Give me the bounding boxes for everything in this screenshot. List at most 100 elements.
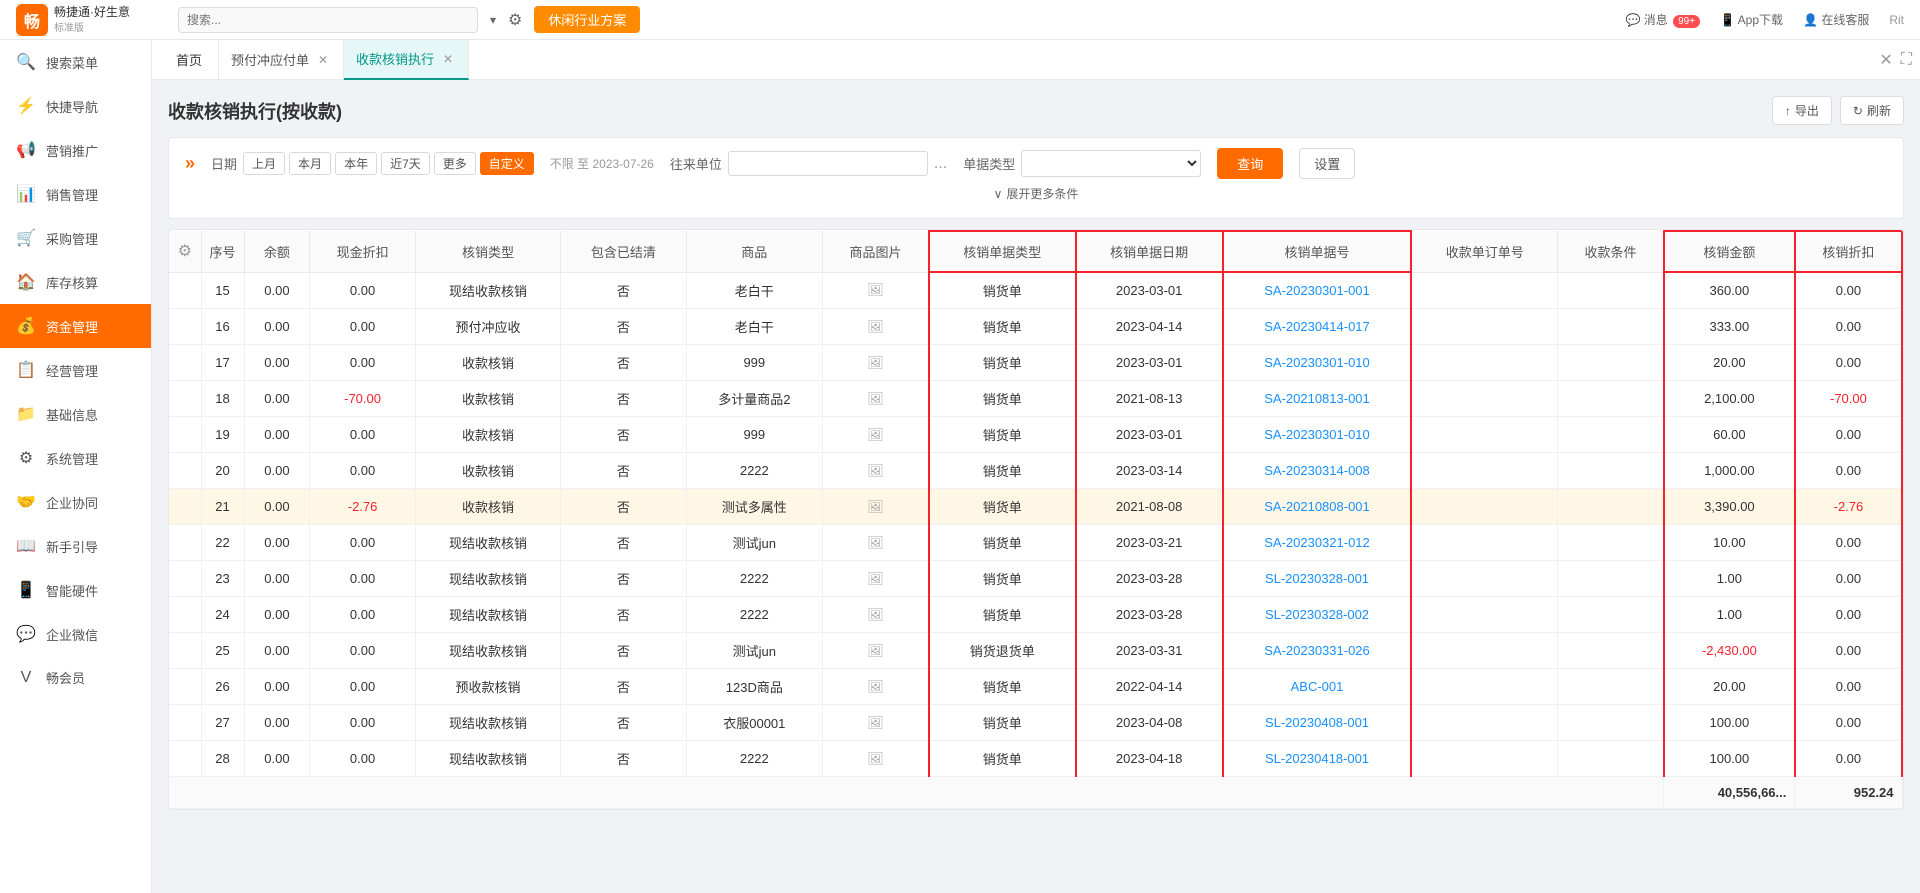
sidebar-item-collaboration[interactable]: 🤝 企业协同 [0,480,151,524]
doc-link[interactable]: SA-20230331-026 [1264,643,1370,658]
cell-verify-doc-no[interactable]: ABC-001 [1223,669,1412,705]
top-search-input[interactable] [178,7,478,33]
sidebar-item-marketing[interactable]: 📢 营销推广 [0,128,151,172]
sidebar-item-label: 搜索菜单 [46,53,98,72]
cell-receipt-condition [1558,489,1664,525]
tab-close-all-icon[interactable]: ✕ [1879,50,1892,70]
cell-verify-doc-type: 销货单 [929,272,1076,309]
doc-link[interactable]: SL-20230328-001 [1265,571,1369,586]
cell-verify-doc-no[interactable]: SA-20230301-010 [1223,345,1412,381]
doc-link[interactable]: SA-20230321-012 [1264,535,1370,550]
guide-icon: 📖 [16,536,36,556]
cell-verify-doc-no[interactable]: SL-20230328-002 [1223,597,1412,633]
date-btn-this-year[interactable]: 本年 [335,152,377,175]
sidebar-item-label: 系统管理 [46,449,98,468]
cell-verify-doc-no[interactable]: SL-20230418-001 [1223,741,1412,777]
cell-balance: 0.00 [244,633,310,669]
cell-verify-amount: 10.00 [1664,525,1795,561]
sidebar-item-search[interactable]: 🔍 搜索菜单 [0,40,151,84]
sidebar-item-guide[interactable]: 📖 新手引导 [0,524,151,568]
doc-link[interactable]: SA-20230301-010 [1264,355,1370,370]
tab-home[interactable]: 首页 [160,40,219,80]
sidebar-item-sales[interactable]: 📊 销售管理 [0,172,151,216]
filter-unit-label: 往来单位 [670,154,722,173]
filter-collapse-icon[interactable]: » [185,153,195,174]
sidebar-item-wechat[interactable]: 💬 企业微信 [0,612,151,656]
collaboration-icon: 🤝 [16,492,36,512]
doc-link[interactable]: SA-20230414-017 [1264,319,1370,334]
cell-verify-doc-no[interactable]: SA-20230314-008 [1223,453,1412,489]
footer-total-discount: 952.24 [1795,777,1902,809]
sidebar-item-vip[interactable]: V 畅会员 [0,656,151,699]
expand-more[interactable]: ∨ 展开更多条件 [185,185,1887,202]
col-settings[interactable]: ⚙ [169,231,201,272]
online-service-link[interactable]: 👤 在线客服 [1803,11,1869,28]
cell-verify-doc-no[interactable]: SL-20230328-001 [1223,561,1412,597]
cell-balance: 0.00 [244,489,310,525]
doc-link[interactable]: SA-20210808-001 [1264,499,1370,514]
doc-link[interactable]: ABC-001 [1291,679,1344,694]
sidebar-item-basic-info[interactable]: 📁 基础信息 [0,392,151,436]
settings-icon[interactable]: ⚙ [508,10,522,30]
cell-verify-doc-no[interactable]: SL-20230408-001 [1223,705,1412,741]
cell-verify-doc-no[interactable]: SA-20230331-026 [1223,633,1412,669]
sidebar-item-system[interactable]: ⚙ 系统管理 [0,436,151,480]
cell-cash-discount: 0.00 [310,309,416,345]
tab-maximize-icon[interactable]: ⛶ [1901,51,1912,69]
doc-link[interactable]: SL-20230328-002 [1265,607,1369,622]
settings-button[interactable]: 设置 [1299,148,1355,179]
date-btn-this-month[interactable]: 本月 [289,152,331,175]
cell-goods: 衣服00001 [686,705,822,741]
doc-link[interactable]: SA-20230301-001 [1264,283,1370,298]
app-download-link[interactable]: 📱 App下载 [1720,11,1783,28]
date-btn-more[interactable]: 更多 [434,152,476,175]
export-button[interactable]: ↑ 导出 [1772,96,1832,125]
cell-verify-doc-type: 销货单 [929,489,1076,525]
cell-verify-doc-no[interactable]: SA-20230301-010 [1223,417,1412,453]
top-dropdown[interactable]: ▾ [490,13,496,27]
filter-unit-dots[interactable]: ... [934,155,947,173]
doc-link[interactable]: SA-20230301-010 [1264,427,1370,442]
cell-receipt-order-no [1411,345,1557,381]
sidebar-item-hardware[interactable]: 📱 智能硬件 [0,568,151,612]
cell-verify-doc-no[interactable]: SA-20210808-001 [1223,489,1412,525]
tab-prepay[interactable]: 预付冲应付单 ✕ [219,40,344,80]
cell-num: 22 [201,525,244,561]
doc-link[interactable]: SA-20230314-008 [1264,463,1370,478]
date-btn-custom[interactable]: 自定义 [480,152,534,175]
refresh-button[interactable]: ↻ 刷新 [1840,96,1904,125]
date-btn-last-month[interactable]: 上月 [243,152,285,175]
cell-settings [169,561,201,597]
cell-verify-doc-no[interactable]: SA-20230414-017 [1223,309,1412,345]
cell-verify-amount: 20.00 [1664,669,1795,705]
cell-verify-type: 收款核销 [415,489,560,525]
cell-included-cleared: 否 [561,381,686,417]
sidebar-item-inventory[interactable]: 🏠 库存核算 [0,260,151,304]
doc-link[interactable]: SA-20210813-001 [1264,391,1370,406]
tab-verify[interactable]: 收款核销执行 ✕ [344,40,469,80]
sidebar-item-finance[interactable]: 💰 资金管理 [0,304,151,348]
messages-link[interactable]: 💬 消息 99+ [1625,11,1700,28]
cell-verify-doc-type: 销货单 [929,309,1076,345]
sidebar-item-quick-nav[interactable]: ⚡ 快捷导航 [0,84,151,128]
sidebar-item-purchase[interactable]: 🛒 采购管理 [0,216,151,260]
cell-goods-image: 🖼 [823,633,929,669]
tab-verify-close[interactable]: ✕ [440,51,456,67]
purchase-icon: 🛒 [16,228,36,248]
filter-doctype-select[interactable] [1021,150,1201,177]
cell-verify-doc-no[interactable]: SA-20230321-012 [1223,525,1412,561]
doc-link[interactable]: SL-20230418-001 [1265,751,1369,766]
cell-verify-date: 2023-03-28 [1076,597,1223,633]
cell-included-cleared: 否 [561,272,686,309]
tab-prepay-close[interactable]: ✕ [315,52,331,68]
cell-verify-doc-no[interactable]: SA-20210813-001 [1223,381,1412,417]
doc-link[interactable]: SL-20230408-001 [1265,715,1369,730]
cell-verify-doc-no[interactable]: SA-20230301-001 [1223,272,1412,309]
finance-icon: 💰 [16,316,36,336]
date-btn-last-7-days[interactable]: 近7天 [381,152,430,175]
query-button[interactable]: 查询 [1217,148,1283,179]
filter-unit-input[interactable] [728,151,928,176]
cell-verify-discount: 0.00 [1795,705,1902,741]
sidebar-item-operations[interactable]: 📋 经营管理 [0,348,151,392]
solution-button[interactable]: 休闲行业方案 [534,6,640,33]
